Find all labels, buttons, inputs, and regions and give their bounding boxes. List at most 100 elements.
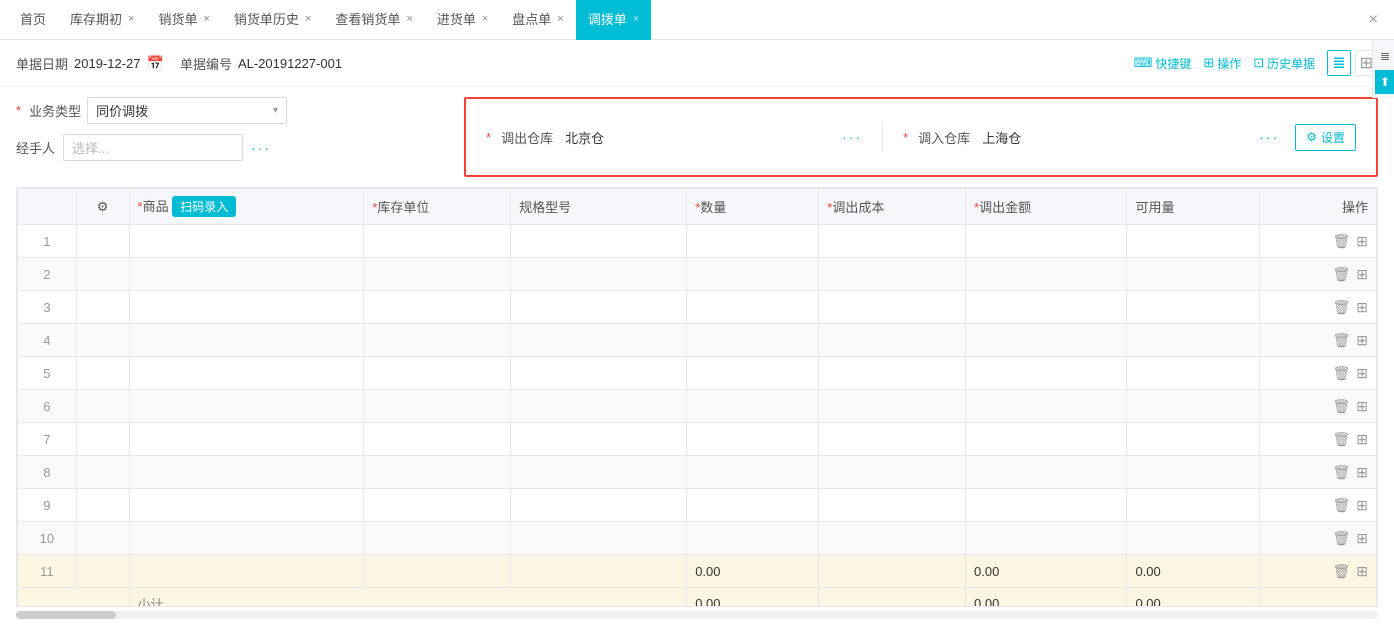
tab-purchase[interactable]: 进货单 ×	[425, 0, 500, 40]
table-row: 7 🗑⊞	[18, 423, 1377, 456]
tab-close-sales-order[interactable]: ×	[203, 13, 209, 25]
subtotal-label-cell: 小计	[129, 588, 687, 608]
tab-view-sales[interactable]: 查看销货单 ×	[323, 0, 424, 40]
delete-row-7-icon[interactable]: 🗑	[1332, 431, 1350, 448]
row-1-qty[interactable]	[687, 225, 819, 258]
col-op-header: 操作	[1259, 189, 1376, 225]
scrollbar-thumb[interactable]	[16, 611, 116, 619]
row-1-unit[interactable]	[364, 225, 511, 258]
main-table: ⚙ *商品 扫码录入 *库存单位 规格型号 *数量 *调出成本 *调出金额 可用…	[17, 188, 1377, 607]
tab-close-sales-history[interactable]: ×	[305, 13, 311, 25]
col-settings-header[interactable]: ⚙	[76, 189, 129, 225]
handler-input[interactable]: 选择...	[63, 134, 243, 161]
tab-home[interactable]: 首页	[8, 0, 58, 40]
row-1-product[interactable]	[129, 225, 364, 258]
copy-row-10-icon[interactable]: ⊞	[1356, 530, 1368, 547]
copy-row-5-icon[interactable]: ⊞	[1356, 365, 1368, 382]
table-wrapper: ⚙ *商品 扫码录入 *库存单位 规格型号 *数量 *调出成本 *调出金额 可用…	[16, 187, 1378, 607]
warehouse-divider	[882, 122, 883, 152]
form-header: 单据日期 2019-12-27 📅 单据编号 AL-20191227-001 ⌨…	[0, 40, 1394, 87]
tab-transfer[interactable]: 调拨单 ×	[576, 0, 651, 40]
tab-close-stock-take[interactable]: ×	[557, 13, 563, 25]
tab-sales-history[interactable]: 销货单历史 ×	[222, 0, 323, 40]
delete-row-9-icon[interactable]: 🗑	[1332, 497, 1350, 514]
delete-row-4-icon[interactable]: 🗑	[1332, 332, 1350, 349]
operations-action[interactable]: ⊞ 操作	[1203, 55, 1241, 72]
date-label: 单据日期	[16, 54, 68, 73]
row-2-avail	[1127, 258, 1259, 291]
col-num-header	[18, 189, 77, 225]
in-warehouse-label: 调入仓库	[918, 128, 970, 147]
order-field-group: 单据编号 AL-20191227-001	[180, 54, 342, 73]
out-warehouse-label: 调出仓库	[501, 128, 553, 147]
row-2-unit[interactable]	[364, 258, 511, 291]
in-warehouse-value: 上海仓	[982, 128, 1021, 147]
copy-row-9-icon[interactable]: ⊞	[1356, 497, 1368, 514]
window-close-button[interactable]: ×	[1361, 11, 1386, 29]
delete-row-8-icon[interactable]: 🗑	[1332, 464, 1350, 481]
in-warehouse-more-icon[interactable]: ···	[1259, 129, 1279, 145]
order-value: AL-20191227-001	[238, 56, 342, 71]
tab-inventory-init[interactable]: 库存期初 ×	[58, 0, 146, 40]
tab-close-transfer[interactable]: ×	[633, 13, 639, 25]
row-2-cost[interactable]	[819, 258, 966, 291]
copy-row-3-icon[interactable]: ⊞	[1356, 299, 1368, 316]
delete-row-5-icon[interactable]: 🗑	[1332, 365, 1350, 382]
quick-key-action[interactable]: ⌨ 快捷键	[1134, 55, 1192, 72]
history-action[interactable]: ⊡ 历史单据	[1253, 55, 1315, 72]
out-warehouse-more-icon[interactable]: ···	[842, 129, 862, 145]
biz-required-star: *	[16, 103, 21, 118]
delete-row-3-icon[interactable]: 🗑	[1332, 299, 1350, 316]
copy-row-1-icon[interactable]: ⊞	[1356, 233, 1368, 250]
handler-field: 经手人 选择... ···	[16, 134, 456, 161]
row-2-spec[interactable]	[511, 258, 687, 291]
row-2-product[interactable]	[129, 258, 364, 291]
row-1-cost[interactable]	[819, 225, 966, 258]
tab-sales-order[interactable]: 销货单 ×	[146, 0, 221, 40]
col-spec-header: 规格型号	[511, 189, 687, 225]
row-2-qty[interactable]	[687, 258, 819, 291]
copy-row-6-icon[interactable]: ⊞	[1356, 398, 1368, 415]
tab-close-purchase[interactable]: ×	[482, 13, 488, 25]
row-1-op: 🗑 ⊞	[1259, 225, 1376, 258]
delete-row-11-icon[interactable]: 🗑	[1332, 563, 1350, 580]
copy-row-11-icon[interactable]: ⊞	[1356, 563, 1368, 580]
sidebar-export-icon[interactable]: ⬆	[1375, 70, 1394, 94]
scrollbar-track[interactable]	[16, 611, 1378, 619]
delete-row-1-icon[interactable]: 🗑	[1332, 233, 1350, 250]
tab-close-view-sales[interactable]: ×	[406, 13, 412, 25]
grid-icon: ⊞	[1203, 55, 1214, 71]
tab-close-inventory-init[interactable]: ×	[128, 13, 134, 25]
handler-more-icon[interactable]: ···	[251, 140, 271, 156]
subtotal-cost: 0.00	[966, 555, 1127, 588]
calendar-icon[interactable]: 📅	[147, 55, 164, 72]
scan-button[interactable]: 扫码录入	[172, 196, 236, 217]
delete-row-2-icon[interactable]: 🗑	[1332, 266, 1350, 283]
copy-row-4-icon[interactable]: ⊞	[1356, 332, 1368, 349]
subtotal-row: 11 0.00 0.00 0.00 🗑⊞	[18, 555, 1377, 588]
row-1-amount[interactable]	[966, 225, 1127, 258]
biz-type-field: * 业务类型 同价调拨 ▾	[16, 97, 456, 124]
settings-button[interactable]: ⚙ 设置	[1295, 124, 1356, 151]
row-2-amount[interactable]	[966, 258, 1127, 291]
delete-row-6-icon[interactable]: 🗑	[1332, 398, 1350, 415]
biz-type-select[interactable]: 同价调拨 ▾	[87, 97, 287, 124]
list-view-icon[interactable]: ≣	[1327, 50, 1350, 76]
subtotal-qty: 0.00	[687, 555, 819, 588]
in-warehouse-field: * 调入仓库 上海仓 ···	[903, 128, 1279, 147]
subtotal-label-row: 小计 0.00 0.00 0.00	[18, 588, 1377, 608]
copy-row-8-icon[interactable]: ⊞	[1356, 464, 1368, 481]
copy-row-2-icon[interactable]: ⊞	[1356, 266, 1368, 283]
subtotal-amount: 0.00	[1127, 555, 1259, 588]
row-1-spec[interactable]	[511, 225, 687, 258]
out-required-star: *	[486, 130, 491, 145]
tab-stock-take[interactable]: 盘点单 ×	[500, 0, 575, 40]
sidebar-list-icon[interactable]: ≣	[1375, 44, 1394, 68]
table-row: 9 🗑⊞	[18, 489, 1377, 522]
col-product-header: *商品 扫码录入	[129, 189, 364, 225]
left-fields: * 业务类型 同价调拨 ▾ 经手人 选择... ···	[16, 97, 456, 161]
delete-row-10-icon[interactable]: 🗑	[1332, 530, 1350, 547]
warehouse-section: * 调出仓库 北京仓 ··· * 调入仓库 上海仓 ··· ⚙ 设置	[464, 97, 1378, 177]
copy-row-7-icon[interactable]: ⊞	[1356, 431, 1368, 448]
tab-bar: 首页 库存期初 × 销货单 × 销货单历史 × 查看销货单 × 进货单 × 盘点…	[0, 0, 1394, 40]
